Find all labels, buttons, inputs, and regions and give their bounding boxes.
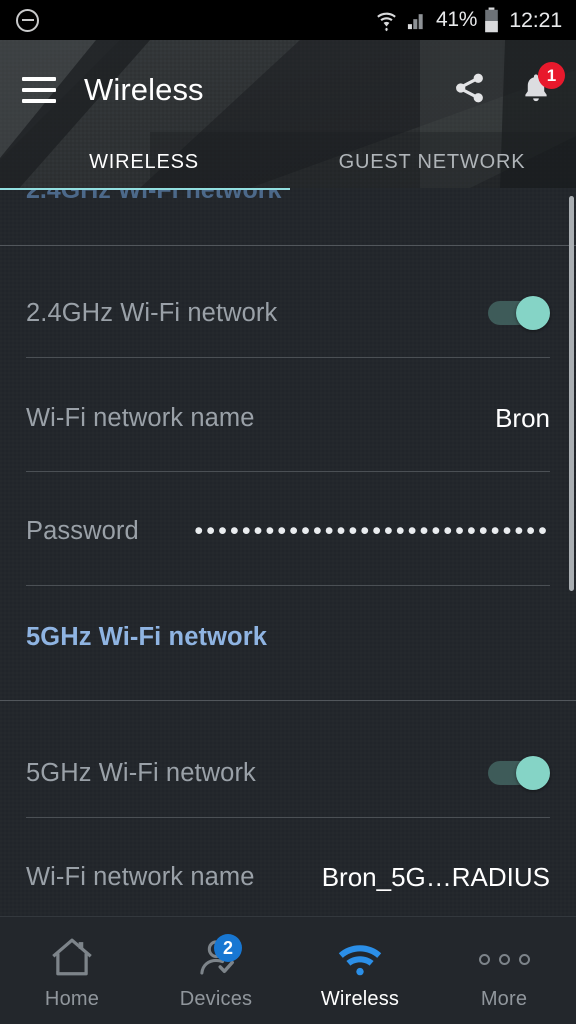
nav-icon-wrap [44, 936, 100, 982]
section-header-5ghz: 5GHz Wi-Fi network [26, 623, 267, 651]
devices-badge: 2 [214, 934, 242, 962]
cellular-signal-icon [406, 9, 429, 32]
scrolled-section-header: 2.4GHz Wi-Fi network [26, 188, 282, 204]
status-bar-right: 41% 12:21 [374, 7, 562, 33]
divider-1 [26, 357, 550, 358]
status-bar-left [16, 8, 39, 32]
tab-bar: WIRELESS GUEST NETWORK [0, 140, 576, 188]
bottom-navigation: Home 2 Devices Wireless More [0, 916, 576, 1024]
nav-item-devices[interactable]: 2 Devices [144, 917, 288, 1024]
nav-label-wireless: Wireless [320, 988, 400, 1010]
network-name-value-5ghz: Bron_5G…RADIUS [321, 861, 550, 892]
notifications-button[interactable]: 1 [518, 62, 565, 108]
row-5ghz-network-name[interactable]: Wi-Fi network name Bron_5G…RADIUS [0, 847, 576, 907]
nav-item-more[interactable]: More [432, 917, 576, 1024]
app-header: Wireless 1 WIRELESS GUEST NETWORK [0, 40, 576, 188]
nav-item-home[interactable]: Home [0, 917, 144, 1024]
more-dots-icon [478, 953, 530, 965]
battery-icon [484, 7, 499, 33]
divider-4 [0, 700, 576, 701]
vertical-scrollbar[interactable] [569, 196, 574, 591]
wifi-icon [334, 937, 386, 982]
password-value: •••••••••••••••••••••••••••••• [194, 516, 550, 545]
app-bar-actions: 1 [452, 62, 565, 108]
page-title: Wireless [84, 72, 204, 107]
nav-item-wireless[interactable]: Wireless [288, 917, 432, 1024]
divider-5 [26, 817, 550, 818]
row-label: 2.4GHz Wi-Fi network [26, 298, 278, 327]
row-24ghz-password[interactable]: Password •••••••••••••••••••••••••••••• [0, 500, 576, 562]
divider-2 [26, 471, 550, 472]
tab-wireless[interactable]: WIRELESS [0, 140, 288, 188]
row-24ghz-network-name[interactable]: Wi-Fi network name Bron [0, 388, 576, 448]
app-bar: Wireless 1 [0, 40, 576, 140]
nav-label-devices: Devices [179, 988, 253, 1010]
settings-list[interactable]: 2.4GHz Wi-Fi network 2.4GHz Wi-Fi networ… [0, 188, 576, 916]
wifi-signal-icon [374, 8, 399, 32]
row-5ghz-toggle[interactable]: 5GHz Wi-Fi network [0, 736, 576, 810]
toggle-thumb [516, 756, 550, 790]
notification-badge: 1 [538, 62, 565, 89]
do-not-disturb-icon [16, 8, 39, 32]
row-label: 5GHz Wi-Fi network [26, 758, 256, 787]
status-bar: 41% 12:21 [0, 0, 576, 40]
nav-icon-wrap: 2 [188, 934, 244, 982]
divider-3 [26, 585, 550, 586]
home-icon [49, 936, 95, 983]
row-label: Wi-Fi network name [26, 403, 255, 432]
toggle-24ghz-wifi[interactable] [488, 296, 550, 330]
row-label: Password [26, 516, 139, 545]
nav-label-more: More [480, 988, 528, 1010]
tab-guest-network[interactable]: GUEST NETWORK [288, 140, 576, 188]
nav-label-home: Home [44, 988, 100, 1010]
hamburger-menu-icon[interactable] [22, 77, 56, 103]
app-screen: 41% 12:21 Wireless 1 WIRELESS GUEST NETW… [0, 0, 576, 1024]
network-name-value: Bron [495, 402, 550, 433]
share-button[interactable] [452, 72, 488, 108]
nav-icon-wrap [476, 936, 532, 982]
divider-top [0, 245, 576, 246]
battery-percent-label: 41% [436, 8, 478, 31]
nav-icon-wrap [332, 936, 388, 982]
row-label: Wi-Fi network name [26, 862, 255, 891]
toggle-5ghz-wifi[interactable] [488, 756, 550, 790]
status-bar-clock: 12:21 [509, 7, 562, 32]
toggle-thumb [516, 296, 550, 330]
share-icon [452, 70, 488, 111]
row-24ghz-toggle[interactable]: 2.4GHz Wi-Fi network [0, 276, 576, 350]
